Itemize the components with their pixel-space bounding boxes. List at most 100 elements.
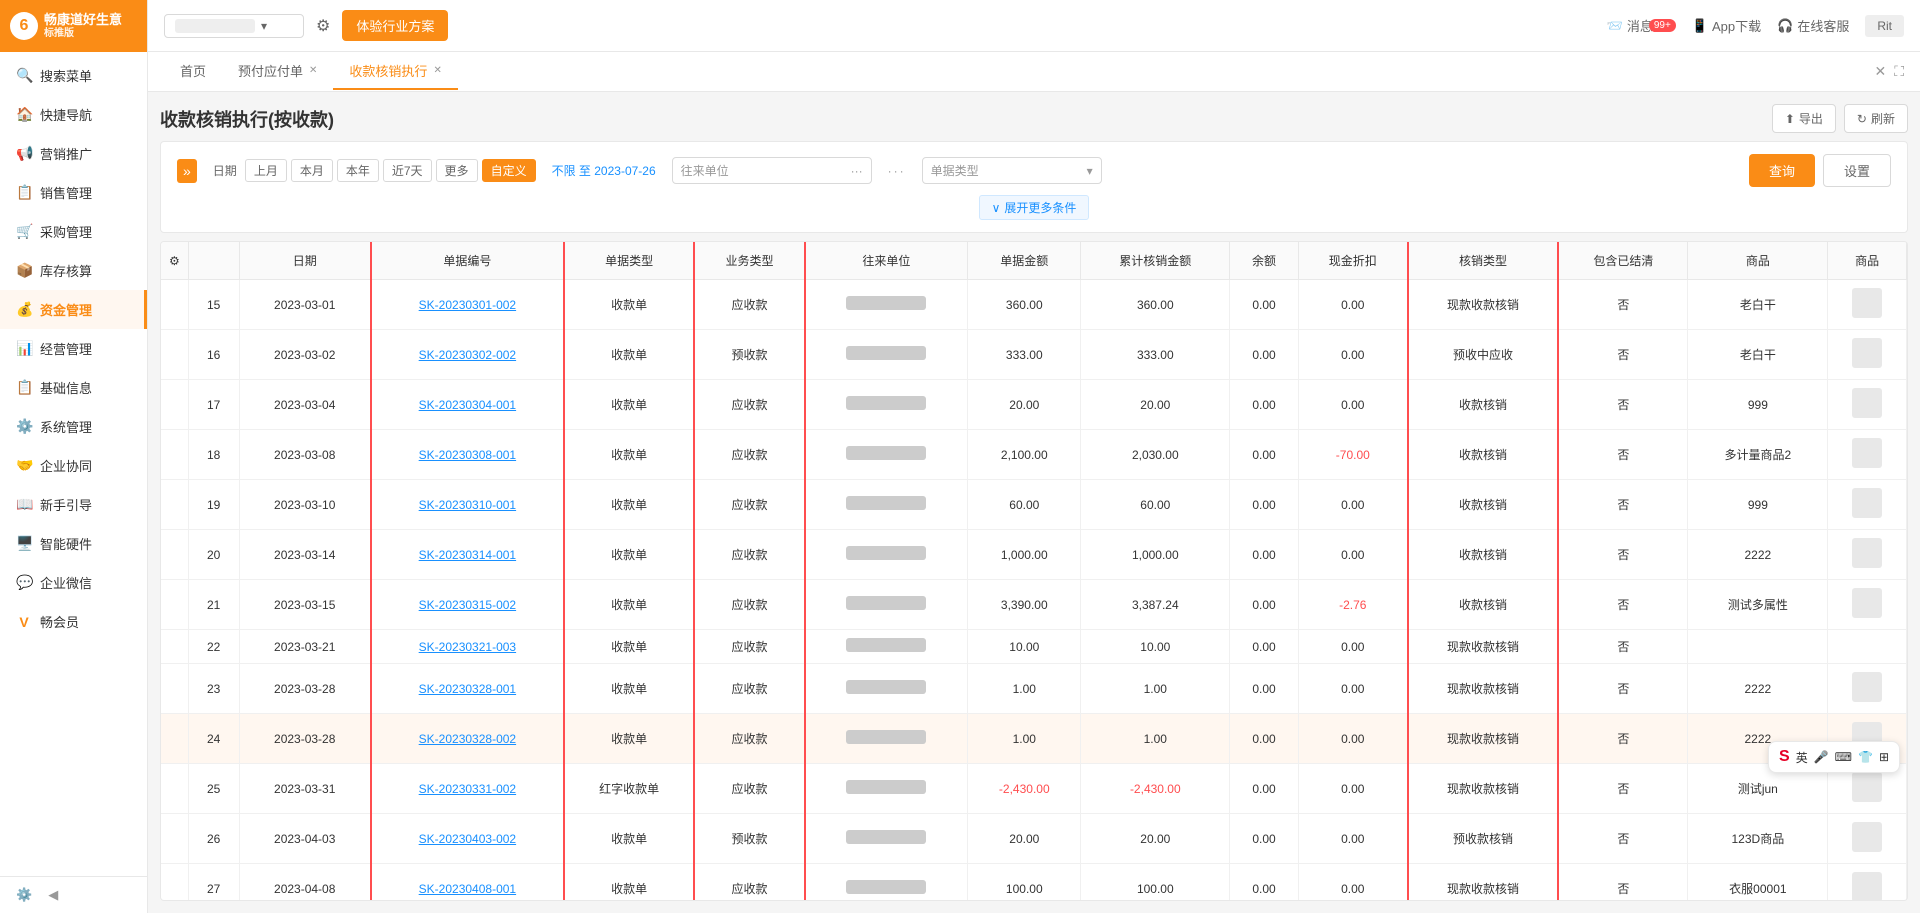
cell-bill-no: SK-20230331-002 (371, 764, 564, 814)
tab-prepay-close[interactable]: ✕ (309, 65, 317, 76)
sidebar-item-sales[interactable]: 📋 销售管理 (0, 173, 147, 212)
gear-icon[interactable]: ⚙ (316, 16, 330, 36)
last-month-btn[interactable]: 上月 (245, 159, 287, 182)
sidebar-item-basic[interactable]: 📋 基础信息 (0, 368, 147, 407)
cell-biz-type: 应收款 (694, 714, 804, 764)
filter-expand-toggle[interactable]: » (177, 159, 197, 183)
cell-bill-amount: 10.00 (968, 630, 1081, 664)
tab-bar: 首页 预付应付单 ✕ 收款核销执行 ✕ ✕ ⛶ (148, 52, 1920, 92)
more-btn[interactable]: 更多 (436, 159, 478, 182)
cell-cash-discount: -70.00 (1298, 430, 1408, 480)
cell-settings (161, 664, 188, 714)
cell-settings (161, 580, 188, 630)
bill-no-link[interactable]: SK-20230302-002 (419, 348, 516, 362)
last-7days-btn[interactable]: 近7天 (383, 159, 432, 182)
bill-no-link[interactable]: SK-20230315-002 (419, 598, 516, 612)
sidebar-item-marketing[interactable]: 📢 营销推广 (0, 134, 147, 173)
cell-partner (805, 630, 968, 664)
cell-biz-type: 应收款 (694, 480, 804, 530)
th-settings[interactable]: ⚙ (161, 242, 188, 280)
sidebar-settings-btn[interactable]: ⚙️ (16, 887, 32, 903)
mic-icon[interactable]: 🎤 (1814, 750, 1829, 764)
sidebar-item-wechat[interactable]: 💬 企业微信 (0, 563, 147, 602)
sidebar-item-hardware[interactable]: 🖥️ 智能硬件 (0, 524, 147, 563)
refresh-button[interactable]: ↻ 刷新 (1844, 104, 1908, 133)
cell-cancel-type: 现款收款核销 (1408, 280, 1559, 330)
custom-btn[interactable]: 自定义 (482, 159, 536, 182)
cell-product1 (1688, 630, 1828, 664)
sidebar-item-purchase[interactable]: 🛒 采购管理 (0, 212, 147, 251)
bill-no-link[interactable]: SK-20230408-001 (419, 882, 516, 896)
this-year-btn[interactable]: 本年 (337, 159, 379, 182)
cell-product1: 2222 (1688, 664, 1828, 714)
bill-no-link[interactable]: SK-20230328-002 (419, 732, 516, 746)
cell-accum-amount: 10.00 (1081, 630, 1230, 664)
tab-collect-close[interactable]: ✕ (433, 65, 441, 76)
bill-no-link[interactable]: SK-20230403-002 (419, 832, 516, 846)
bill-no-link[interactable]: SK-20230314-001 (419, 548, 516, 562)
shirt-icon[interactable]: 👕 (1858, 750, 1873, 764)
sidebar-item-inventory[interactable]: 📦 库存核算 (0, 251, 147, 290)
solution-button[interactable]: 体验行业方案 (342, 10, 448, 41)
system-icon: ⚙️ (16, 418, 32, 435)
table-header-row: ⚙ 日期 单据编号 单据类型 业务类型 往来单位 单据金额 累计核销金额 余额 … (161, 242, 1907, 280)
bill-no-link[interactable]: SK-20230331-002 (419, 782, 516, 796)
tab-home[interactable]: 首页 (164, 53, 222, 90)
cell-bill-no: SK-20230328-002 (371, 714, 564, 764)
sidebar-item-guide[interactable]: 📖 新手引导 (0, 485, 147, 524)
data-table: ⚙ 日期 单据编号 单据类型 业务类型 往来单位 单据金额 累计核销金额 余额 … (161, 242, 1907, 901)
user-label[interactable]: Rit (1865, 15, 1904, 37)
app-download-item[interactable]: 📱 App下载 (1692, 16, 1761, 35)
cell-accum-amount: 20.00 (1081, 814, 1230, 864)
sidebar-collapse-btn[interactable]: ◀ (48, 887, 58, 903)
table-row: 17 2023-03-04 SK-20230304-001 收款单 应收款 20… (161, 380, 1907, 430)
cell-product2 (1828, 814, 1907, 864)
sidebar-item-member[interactable]: V 畅会员 (0, 602, 147, 641)
bill-no-link[interactable]: SK-20230304-001 (419, 398, 516, 412)
sidebar-item-finance[interactable]: 💰 资金管理 (0, 290, 147, 329)
sidebar-item-search[interactable]: 🔍 搜索菜单 (0, 56, 147, 95)
grid-icon[interactable]: ⊞ (1879, 750, 1889, 764)
partner-filter[interactable]: 往来单位 ··· (672, 157, 872, 184)
column-settings-icon[interactable]: ⚙ (169, 254, 180, 268)
this-month-btn[interactable]: 本月 (291, 159, 333, 182)
cell-bill-amount: 1.00 (968, 664, 1081, 714)
messages-item[interactable]: 📨 消息 99+ (1607, 16, 1676, 35)
sidebar-item-enterprise[interactable]: 🤝 企业协同 (0, 446, 147, 485)
cell-partner (805, 580, 968, 630)
cell-bill-no: SK-20230315-002 (371, 580, 564, 630)
cell-include-settled: 否 (1558, 430, 1688, 480)
bill-no-link[interactable]: SK-20230321-003 (419, 640, 516, 654)
refresh-icon: ↻ (1857, 112, 1867, 126)
cell-cash-discount: -2.76 (1298, 580, 1408, 630)
cell-date: 2023-03-15 (239, 580, 371, 630)
filter-date-item: 日期 上月 本月 本年 近7天 更多 自定义 (213, 159, 536, 182)
bill-type-filter[interactable]: 单据类型 ▾ (922, 157, 1102, 184)
tab-prepay[interactable]: 预付应付单 ✕ (222, 53, 333, 90)
keyboard-icon[interactable]: ⌨ (1835, 750, 1852, 764)
tab-close-all-icon[interactable]: ✕ (1874, 63, 1886, 80)
setting-button[interactable]: 设置 (1823, 154, 1891, 187)
bill-no-link[interactable]: SK-20230301-002 (419, 298, 516, 312)
bill-no-link[interactable]: SK-20230328-001 (419, 682, 516, 696)
bill-no-link[interactable]: SK-20230310-001 (419, 498, 516, 512)
tab-expand-icon[interactable]: ⛶ (1894, 63, 1904, 80)
bill-no-link[interactable]: SK-20230308-001 (419, 448, 516, 462)
cell-bill-type: 收款单 (564, 664, 694, 714)
cell-date: 2023-03-01 (239, 280, 371, 330)
company-selector[interactable]: ▾ (164, 14, 304, 38)
query-button[interactable]: 查询 (1749, 154, 1815, 187)
sidebar-item-quick-nav[interactable]: 🏠 快捷导航 (0, 95, 147, 134)
sidebar-item-operations[interactable]: 📊 经营管理 (0, 329, 147, 368)
sidebar-item-system[interactable]: ⚙️ 系统管理 (0, 407, 147, 446)
member-icon: V (16, 614, 32, 630)
expand-more-btn[interactable]: ∨ 展开更多条件 (979, 195, 1090, 220)
cell-cash-discount: 0.00 (1298, 664, 1408, 714)
th-bill-amount: 单据金额 (968, 242, 1081, 280)
th-balance: 余额 (1230, 242, 1299, 280)
sidebar-label-inventory: 库存核算 (40, 261, 92, 280)
cell-include-settled: 否 (1558, 480, 1688, 530)
export-button[interactable]: ⬆ 导出 (1772, 104, 1836, 133)
tab-collect-exec[interactable]: 收款核销执行 ✕ (333, 53, 457, 90)
online-service-item[interactable]: 🎧 在线客服 (1777, 16, 1849, 35)
